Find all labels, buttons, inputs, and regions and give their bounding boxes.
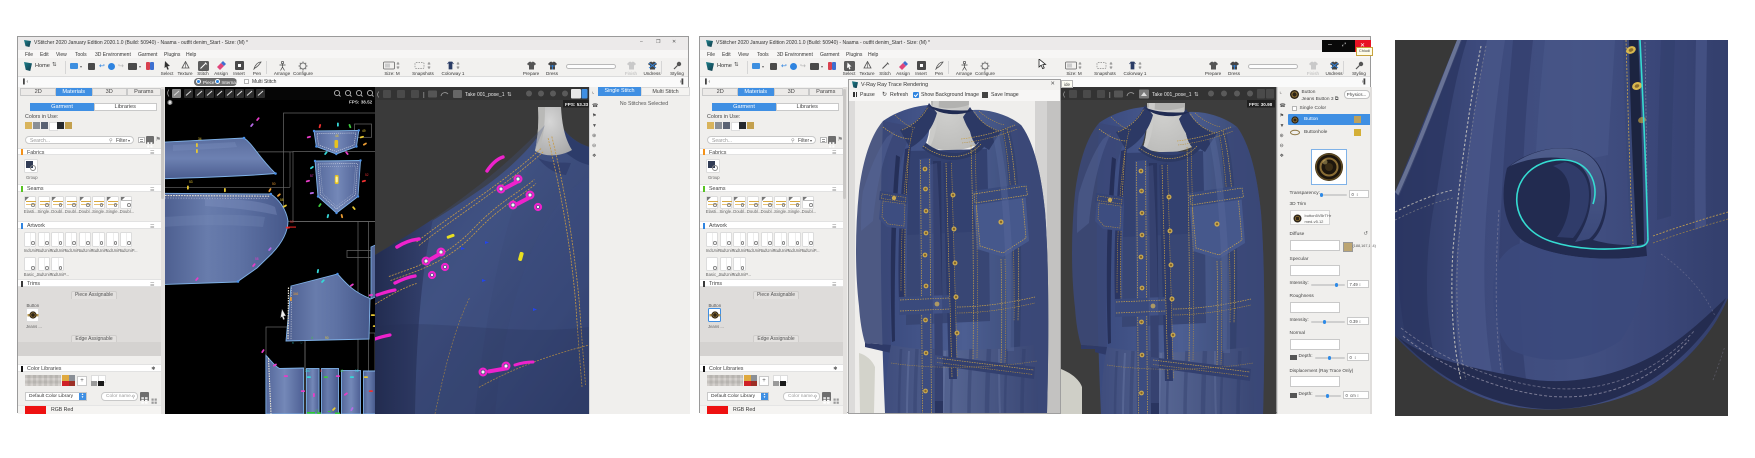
svg-text:FPS: 53.33: FPS: 53.33 [565,102,589,107]
svg-text:58: 58 [280,198,284,202]
svg-text:Take 001_pose_1: Take 001_pose_1 [465,92,505,98]
svg-text:57: 57 [310,174,314,178]
svg-text:FPS: 30.98: FPS: 30.98 [1249,102,1273,107]
svg-text:41: 41 [315,409,319,413]
svg-text:58: 58 [255,257,259,261]
svg-text:34: 34 [198,137,202,141]
svg-text:8: 8 [320,369,322,373]
svg-text:50: 50 [272,182,276,186]
svg-text:|: | [1109,92,1111,99]
svg-text:FPS: 38.52: FPS: 38.52 [349,100,373,105]
svg-text:346: 346 [293,292,299,296]
svg-text:340: 340 [305,369,311,373]
svg-text:50: 50 [290,220,294,224]
svg-text:49: 49 [362,129,366,133]
svg-text:⇅: ⇅ [1194,92,1199,98]
svg-text:52: 52 [365,173,369,177]
svg-text:♡: ♡ [300,341,303,345]
svg-text:53: 53 [189,180,193,184]
svg-text:90: 90 [325,336,329,340]
svg-text:48: 48 [335,134,339,138]
svg-text:✺: ✺ [167,99,173,107]
svg-text:⇅: ⇅ [507,92,512,98]
svg-text:Take 001_pose_1: Take 001_pose_1 [1152,92,1192,98]
svg-text:4: 4 [311,336,313,340]
svg-text:41: 41 [340,369,344,373]
svg-text:16: 16 [355,369,359,373]
svg-text:×: × [292,341,294,345]
svg-text:|: | [423,92,425,99]
